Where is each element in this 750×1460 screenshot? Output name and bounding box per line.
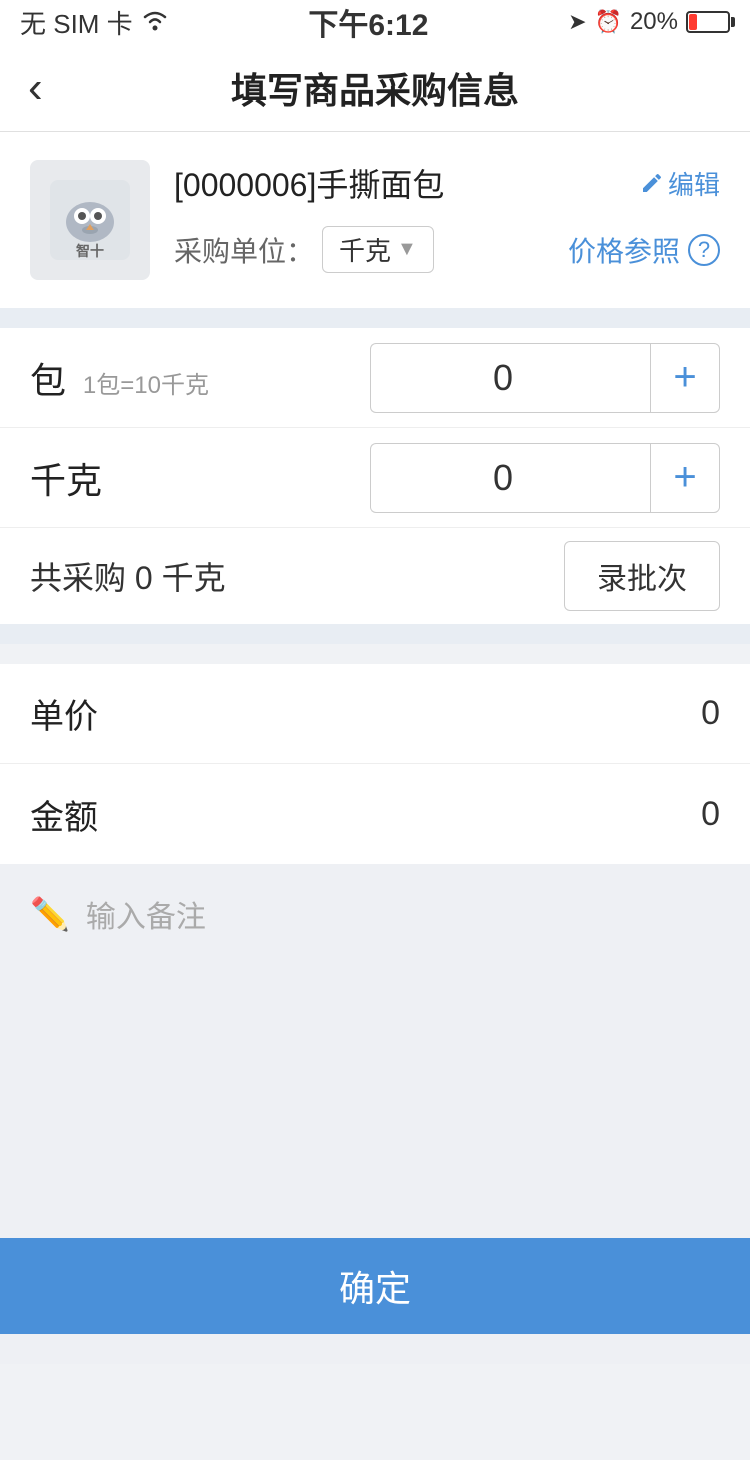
- price-label: 单价: [30, 689, 98, 738]
- kilogram-input-row: 千克 +: [0, 428, 750, 528]
- total-row: 共采购 0 千克 录批次: [0, 528, 750, 624]
- nav-bar: ‹ 填写商品采购信息: [0, 44, 750, 132]
- help-icon: ?: [688, 234, 720, 266]
- product-image: 智十: [30, 160, 150, 280]
- battery-icon: [686, 11, 730, 33]
- product-info: [0000006]手撕面包 编辑 采购单位： 千克 ▼ 价格: [174, 160, 720, 273]
- purchase-unit-row: 采购单位： 千克 ▼ 价格参照 ?: [174, 226, 720, 273]
- note-section[interactable]: ✏️ 输入备注: [0, 864, 750, 964]
- alarm-icon: ⏰: [595, 9, 622, 35]
- amount-value: 0: [701, 795, 720, 834]
- price-value: 0: [701, 694, 720, 733]
- total-label: 共采购 0 千克: [30, 553, 226, 599]
- status-bar: 无 SIM 卡 下午6:12 ➤ ⏰ 20%: [0, 0, 750, 44]
- status-time: 下午6:12: [308, 0, 428, 44]
- amount-label: 金额: [30, 790, 98, 839]
- kilogram-input-right: +: [370, 443, 720, 513]
- confirm-button[interactable]: 确定: [0, 1238, 750, 1334]
- bao-plus-button[interactable]: +: [650, 343, 720, 413]
- bao-quantity-input[interactable]: [370, 343, 650, 413]
- bao-input-right: +: [370, 343, 720, 413]
- product-card: 智十 [0000006]手撕面包 编辑 采购单位： 千克: [0, 132, 750, 308]
- input-section: 包 1包=10千克 + 千克 +: [0, 328, 750, 528]
- status-right: ➤ ⏰ 20%: [568, 8, 730, 36]
- unit-select[interactable]: 千克 ▼: [322, 226, 434, 273]
- page-title: 填写商品采购信息: [231, 62, 519, 114]
- product-name-row: [0000006]手撕面包 编辑: [174, 160, 720, 206]
- sim-status: 无 SIM 卡: [20, 4, 133, 41]
- location-icon: ➤: [568, 9, 586, 35]
- record-batch-button[interactable]: 录批次: [564, 541, 720, 611]
- price-row: 单价 0: [0, 664, 750, 764]
- edit-button[interactable]: 编辑: [640, 165, 720, 202]
- status-left: 无 SIM 卡: [20, 4, 169, 41]
- bao-label-group: 包 1包=10千克: [30, 352, 209, 404]
- kilogram-label-group: 千克: [30, 452, 102, 504]
- kilogram-quantity-input[interactable]: [370, 443, 650, 513]
- chevron-down-icon: ▼: [397, 238, 417, 261]
- bao-input-row: 包 1包=10千克 +: [0, 328, 750, 428]
- price-ref-button[interactable]: 价格参照 ?: [568, 230, 720, 270]
- back-button[interactable]: ‹: [28, 66, 43, 110]
- pencil-icon: ✏️: [30, 895, 70, 933]
- kilogram-plus-button[interactable]: +: [650, 443, 720, 513]
- section-divider-1: [0, 308, 750, 328]
- section-divider-2: [0, 624, 750, 644]
- amount-row: 金额 0: [0, 764, 750, 864]
- battery-percent: 20%: [630, 8, 678, 36]
- owl-logo: 智十: [50, 180, 130, 260]
- purchase-unit-label: 采购单位：: [174, 230, 314, 270]
- product-name: [0000006]手撕面包: [174, 160, 444, 206]
- info-section: 单价 0 金额 0: [0, 664, 750, 864]
- wifi-icon: [141, 7, 169, 38]
- edit-icon: [640, 171, 664, 195]
- note-placeholder: 输入备注: [86, 892, 206, 936]
- svg-text:智十: 智十: [75, 243, 104, 259]
